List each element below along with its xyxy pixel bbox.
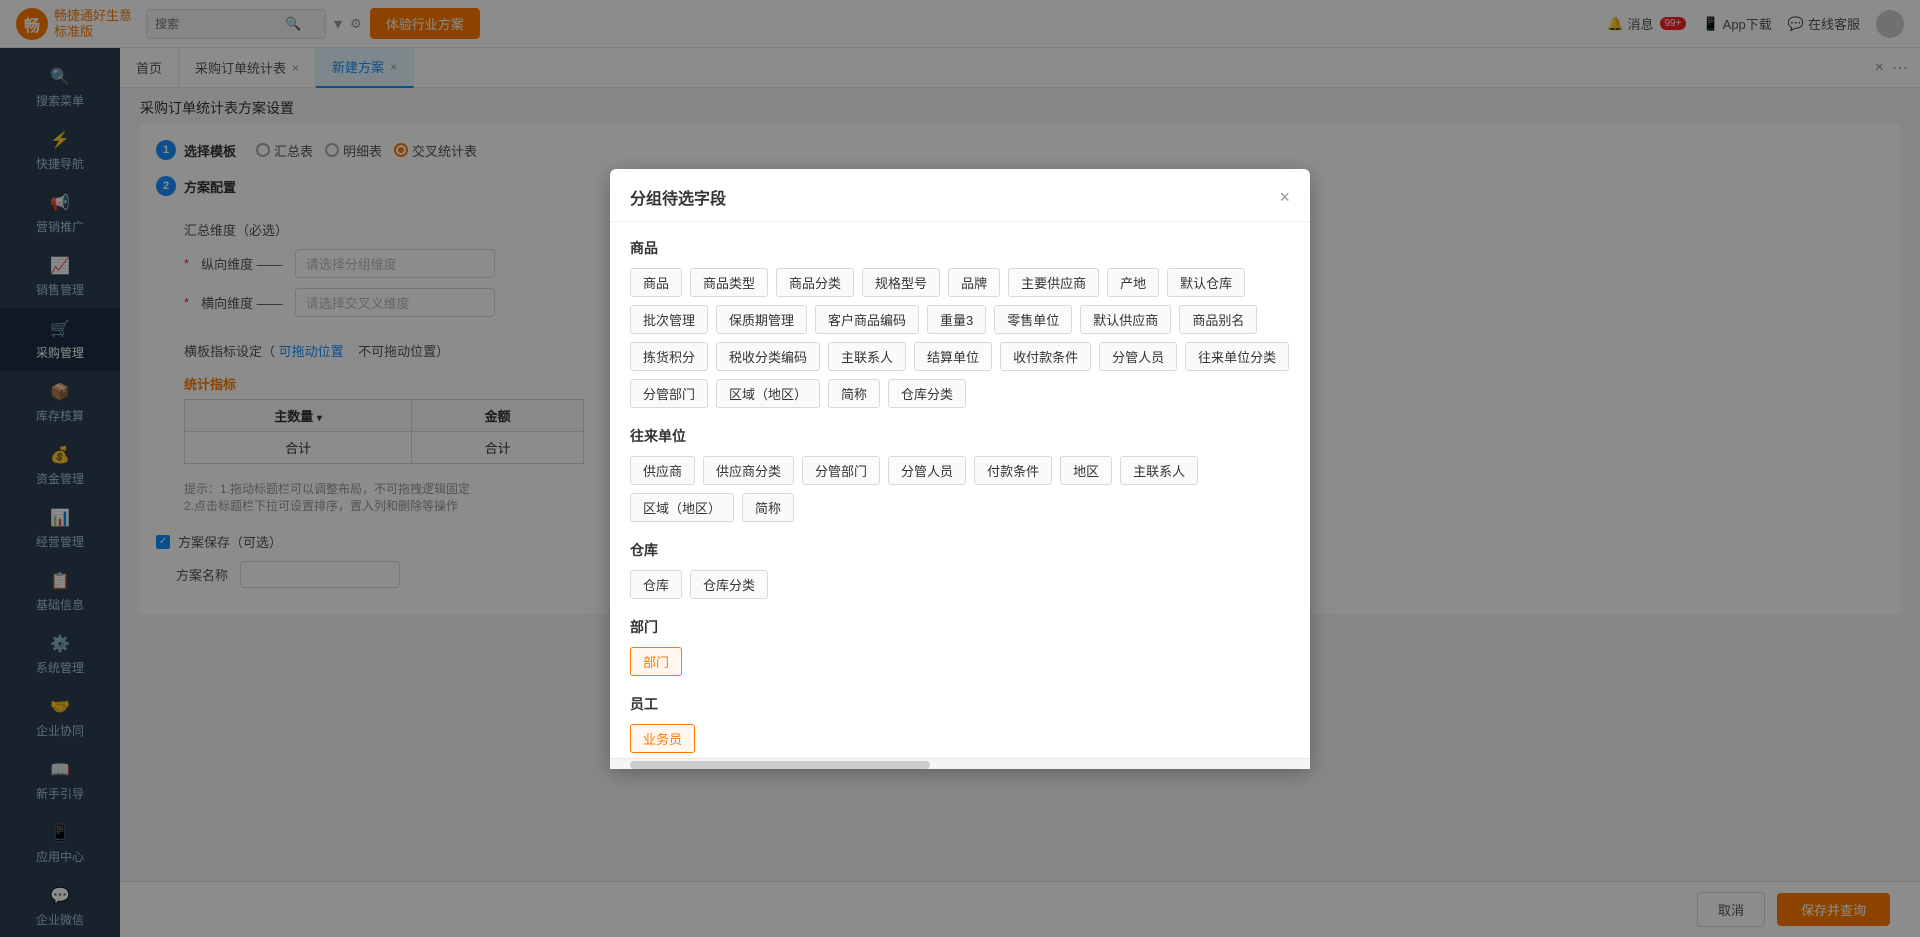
chip-weight3[interactable]: 重量3 bbox=[927, 305, 986, 334]
modal-overlay: 分组待选字段 × 商品 商品 商品类型 商品分类 规格型号 品牌 主要供应商 产… bbox=[0, 0, 1920, 937]
chip-main-contact[interactable]: 主联系人 bbox=[828, 342, 906, 371]
chip-supplier[interactable]: 供应商 bbox=[630, 456, 695, 485]
chip-product[interactable]: 商品 bbox=[630, 268, 682, 297]
chip-pick-score[interactable]: 拣货积分 bbox=[630, 342, 708, 371]
modal-close-btn[interactable]: × bbox=[1279, 188, 1290, 206]
section-department-title: 部门 bbox=[630, 617, 1290, 637]
chip-product-category[interactable]: 商品分类 bbox=[776, 268, 854, 297]
chip-spec-model[interactable]: 规格型号 bbox=[862, 268, 940, 297]
section-department-chips: 部门 bbox=[630, 647, 1290, 676]
chip-batch-mgmt[interactable]: 批次管理 bbox=[630, 305, 708, 334]
chip-department[interactable]: 部门 bbox=[630, 647, 682, 676]
chip-counterpart-category[interactable]: 往来单位分类 bbox=[1185, 342, 1289, 371]
modal-dialog: 分组待选字段 × 商品 商品 商品类型 商品分类 规格型号 品牌 主要供应商 产… bbox=[610, 169, 1310, 769]
chip-default-supplier[interactable]: 默认供应商 bbox=[1080, 305, 1171, 334]
section-warehouse-chips: 仓库 仓库分类 bbox=[630, 570, 1290, 599]
chip-dept[interactable]: 分管部门 bbox=[630, 379, 708, 408]
section-employee-title: 员工 bbox=[630, 694, 1290, 714]
chip-district[interactable]: 地区 bbox=[1060, 456, 1112, 485]
section-product: 商品 商品 商品类型 商品分类 规格型号 品牌 主要供应商 产地 默认仓库 批次… bbox=[630, 238, 1290, 408]
chip-counterpart-dept[interactable]: 分管部门 bbox=[802, 456, 880, 485]
modal-scroll-thumb bbox=[630, 761, 930, 769]
section-counterpart-title: 往来单位 bbox=[630, 426, 1290, 446]
chip-default-warehouse[interactable]: 默认仓库 bbox=[1167, 268, 1245, 297]
chip-product-alias[interactable]: 商品别名 bbox=[1179, 305, 1257, 334]
section-product-title: 商品 bbox=[630, 238, 1290, 258]
section-department: 部门 部门 bbox=[630, 617, 1290, 676]
chip-region[interactable]: 区域（地区） bbox=[716, 379, 820, 408]
chip-supplier-category[interactable]: 供应商分类 bbox=[703, 456, 794, 485]
chip-retail-unit[interactable]: 零售单位 bbox=[994, 305, 1072, 334]
section-counterpart-chips: 供应商 供应商分类 分管部门 分管人员 付款条件 地区 主联系人 区域（地区） … bbox=[630, 456, 1290, 522]
section-product-chips: 商品 商品类型 商品分类 规格型号 品牌 主要供应商 产地 默认仓库 批次管理 … bbox=[630, 268, 1290, 408]
chip-customer-sku[interactable]: 客户商品编码 bbox=[815, 305, 919, 334]
modal-title: 分组待选字段 bbox=[630, 185, 726, 209]
chip-settlement-unit[interactable]: 结算单位 bbox=[914, 342, 992, 371]
chip-product-type[interactable]: 商品类型 bbox=[690, 268, 768, 297]
section-counterpart: 往来单位 供应商 供应商分类 分管部门 分管人员 付款条件 地区 主联系人 区域… bbox=[630, 426, 1290, 522]
section-warehouse-title: 仓库 bbox=[630, 540, 1290, 560]
chip-brand[interactable]: 品牌 bbox=[948, 268, 1000, 297]
chip-short-name[interactable]: 简称 bbox=[828, 379, 880, 408]
chip-tax-code[interactable]: 税收分类编码 bbox=[716, 342, 820, 371]
chip-payment-terms[interactable]: 收付款条件 bbox=[1000, 342, 1091, 371]
chip-main-supplier[interactable]: 主要供应商 bbox=[1008, 268, 1099, 297]
chip-origin[interactable]: 产地 bbox=[1107, 268, 1159, 297]
modal-body: 商品 商品 商品类型 商品分类 规格型号 品牌 主要供应商 产地 默认仓库 批次… bbox=[610, 222, 1310, 758]
section-warehouse: 仓库 仓库 仓库分类 bbox=[630, 540, 1290, 599]
section-employee-chips: 业务员 bbox=[630, 724, 1290, 753]
modal-header: 分组待选字段 × bbox=[610, 169, 1310, 222]
chip-warehouse-category[interactable]: 仓库分类 bbox=[888, 379, 966, 408]
chip-payment-condition[interactable]: 付款条件 bbox=[974, 456, 1052, 485]
chip-warehouse[interactable]: 仓库 bbox=[630, 570, 682, 599]
chip-warehouse-cat[interactable]: 仓库分类 bbox=[690, 570, 768, 599]
chip-region2[interactable]: 区域（地区） bbox=[630, 493, 734, 522]
chip-main-contact2[interactable]: 主联系人 bbox=[1120, 456, 1198, 485]
chip-salesperson[interactable]: 业务员 bbox=[630, 724, 695, 753]
modal-scroll-bottom[interactable] bbox=[610, 758, 1310, 769]
chip-counterpart-manager[interactable]: 分管人员 bbox=[888, 456, 966, 485]
chip-manager[interactable]: 分管人员 bbox=[1099, 342, 1177, 371]
chip-abbr2[interactable]: 简称 bbox=[742, 493, 794, 522]
section-employee: 员工 业务员 bbox=[630, 694, 1290, 753]
chip-expiry-mgmt[interactable]: 保质期管理 bbox=[716, 305, 807, 334]
